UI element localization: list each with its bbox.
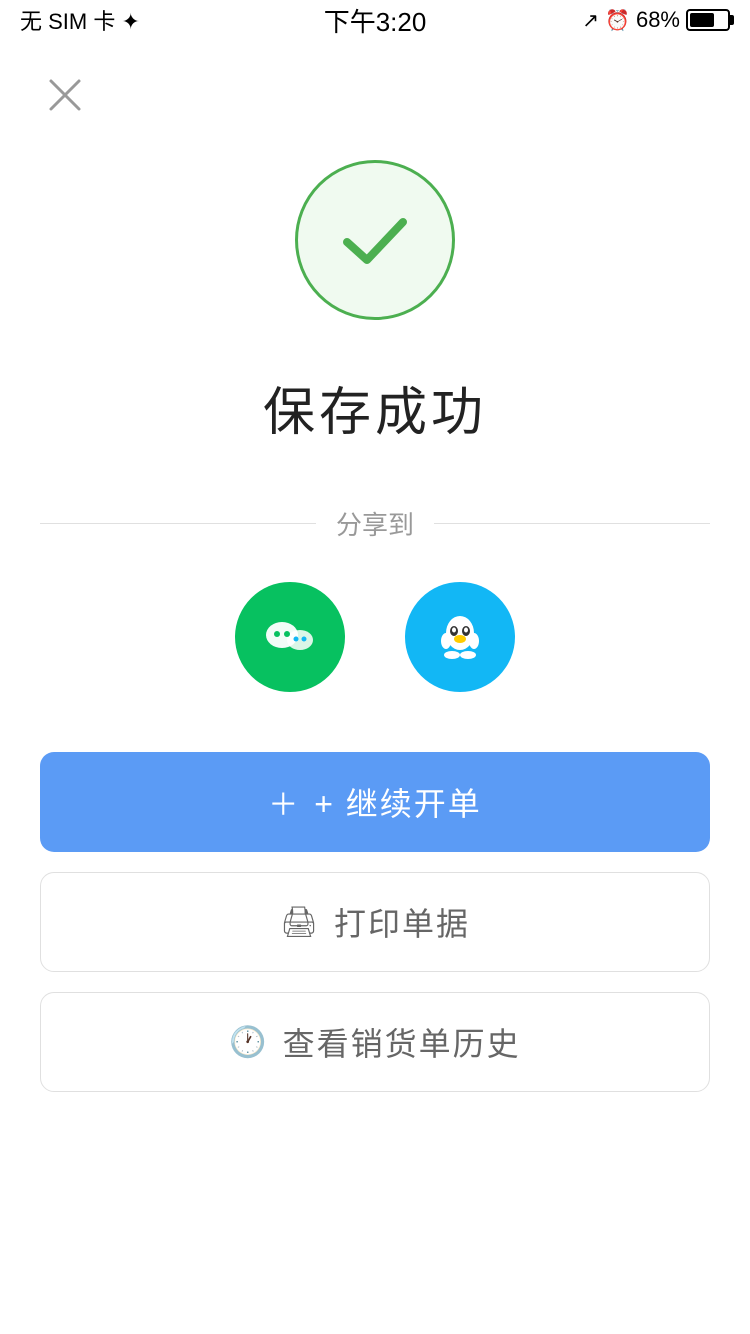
status-right: ↗ ⏰ 68% [582,7,730,33]
battery-percent: 68% [636,7,680,33]
history-label: 查看销货单历史 [283,1019,521,1065]
wechat-icon [258,605,323,670]
qq-icon [428,605,493,670]
wechat-share-button[interactable] [235,582,345,692]
divider-left [40,523,316,524]
close-icon [47,77,83,113]
continue-button[interactable]: ＋ + 继续开单 [40,752,710,852]
share-section: 分享到 [40,505,710,692]
divider-right [434,523,710,524]
battery-fill [690,13,714,27]
plus-icon: ＋ [268,780,298,824]
success-title: 保存成功 [263,370,487,445]
action-buttons: ＋ + 继续开单 🖨 打印单据 🕐 查看销货单历史 [40,752,710,1092]
status-time: 下午3:20 [324,2,427,39]
share-divider: 分享到 [40,505,710,542]
success-circle [295,160,455,320]
share-label: 分享到 [336,505,414,542]
print-button[interactable]: 🖨 打印单据 [40,872,710,972]
continue-label: + 继续开单 [314,779,482,825]
close-button[interactable] [40,70,90,120]
status-left: 无 SIM 卡 ✦ [20,4,140,36]
qq-share-button[interactable] [405,582,515,692]
print-icon: 🖨 [280,905,318,940]
main-content: 保存成功 分享到 [0,40,750,1334]
alarm-icon: ⏰ [605,8,630,33]
clock-icon: 🕐 [229,1025,266,1060]
share-icons [40,582,710,692]
history-button[interactable]: 🕐 查看销货单历史 [40,992,710,1092]
battery-icon [686,9,730,31]
sim-text: 无 SIM 卡 ✦ [20,4,140,36]
print-label: 打印单据 [334,899,470,945]
checkmark-icon [335,200,415,280]
status-bar: 无 SIM 卡 ✦ 下午3:20 ↗ ⏰ 68% [0,0,750,40]
location-icon: ↗ [582,8,599,33]
